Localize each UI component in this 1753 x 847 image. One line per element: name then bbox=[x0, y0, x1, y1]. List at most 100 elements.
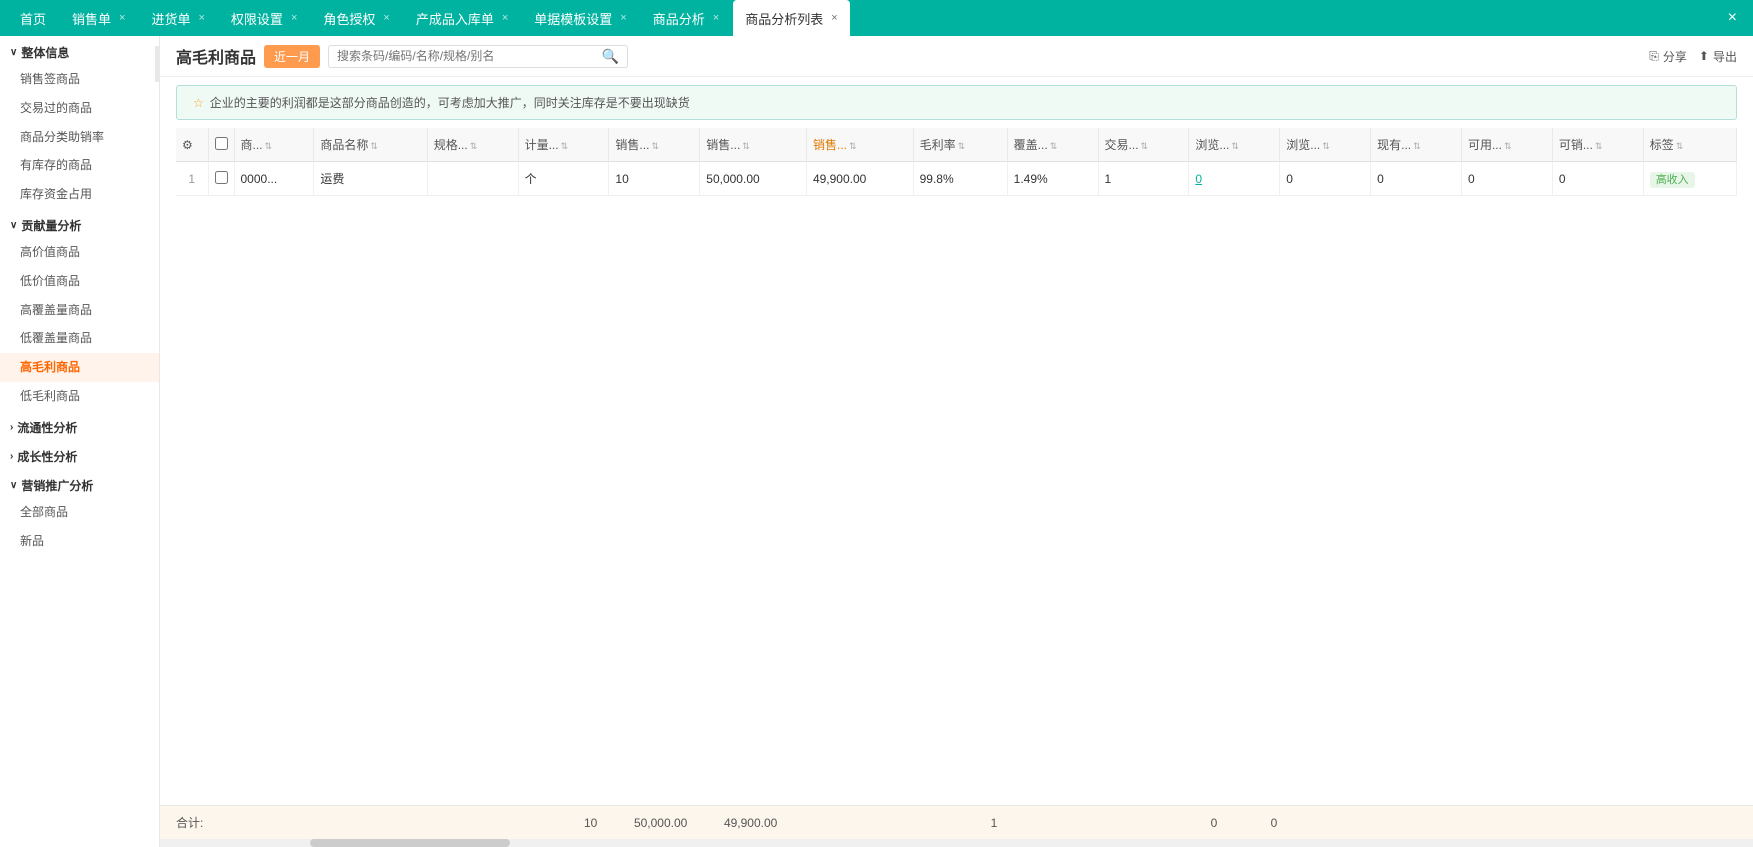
trade-col-header[interactable]: 交易...⇅ bbox=[1098, 128, 1189, 162]
nav-product-inbound[interactable]: 产成品入库单 × bbox=[404, 0, 520, 36]
main-layout: « ∨ 整体信息 销售签商品 交易过的商品 商品分类助销率 有库存的商品 库存资… bbox=[0, 36, 1753, 847]
footer-label: 合计: bbox=[176, 814, 203, 831]
share-icon: ⎘ bbox=[1649, 49, 1659, 64]
row-trade: 1 bbox=[1098, 162, 1189, 196]
close-icon[interactable]: × bbox=[291, 12, 297, 24]
sort-icon: ⇅ bbox=[265, 141, 273, 151]
nav-product-analysis[interactable]: 商品分析 × bbox=[641, 0, 731, 36]
search-icon[interactable]: 🔍 bbox=[602, 48, 619, 65]
sort-icon: ⇅ bbox=[470, 141, 478, 151]
close-icon[interactable]: × bbox=[831, 12, 837, 24]
row-browse2: 0 bbox=[1280, 162, 1371, 196]
sidebar-group-overview[interactable]: ∨ 整体信息 bbox=[0, 36, 159, 65]
chevron-right-icon: › bbox=[10, 451, 13, 462]
row-sales-qty: 10 bbox=[609, 162, 700, 196]
row-gross-margin: 99.8% bbox=[913, 162, 1007, 196]
row-coverage: 1.49% bbox=[1007, 162, 1098, 196]
table-wrapper[interactable]: ⚙ 商...⇅ 商品名称⇅ 规格...⇅ 计量...⇅ 销售...⇅ 销售...… bbox=[160, 128, 1753, 805]
nav-purchase-order[interactable]: 进货单 × bbox=[139, 0, 216, 36]
spec-col-header[interactable]: 规格...⇅ bbox=[427, 128, 518, 162]
sort-icon: ⇅ bbox=[1504, 141, 1512, 151]
share-button[interactable]: ⎘ 分享 bbox=[1649, 48, 1687, 65]
sidebar-item-high-margin[interactable]: 高毛利商品 bbox=[0, 353, 159, 382]
sidebar-item-high-value[interactable]: 高价值商品 bbox=[0, 238, 159, 267]
close-icon[interactable]: × bbox=[119, 12, 125, 24]
sidebar-group-liquidity[interactable]: › 流通性分析 bbox=[0, 411, 159, 440]
row-tag: 高收入 bbox=[1643, 162, 1736, 196]
sidebar-item-new-products[interactable]: 新品 bbox=[0, 527, 159, 556]
horizontal-scrollbar[interactable] bbox=[160, 839, 1753, 847]
sales-qty-col-header[interactable]: 销售...⇅ bbox=[609, 128, 700, 162]
sidebar-item-low-margin[interactable]: 低毛利商品 bbox=[0, 382, 159, 411]
sidebar-item-stock-capital[interactable]: 库存资金占用 bbox=[0, 180, 159, 209]
sidebar-item-traded[interactable]: 交易过的商品 bbox=[0, 94, 159, 123]
sidebar-group-growth[interactable]: › 成长性分析 bbox=[0, 440, 159, 469]
nav-sales-order[interactable]: 销售单 × bbox=[60, 0, 137, 36]
close-icon[interactable]: × bbox=[383, 12, 389, 24]
sidebar-item-low-coverage[interactable]: 低覆盖量商品 bbox=[0, 324, 159, 353]
sort-icon: ⇅ bbox=[370, 141, 378, 151]
sidebar-item-in-stock[interactable]: 有库存的商品 bbox=[0, 151, 159, 180]
nav-home[interactable]: 首页 bbox=[8, 0, 58, 36]
row-current-stock: 0 bbox=[1371, 162, 1462, 196]
table-row: 1 0000... 运费 个 10 50,000.00 49,900.00 99… bbox=[176, 162, 1737, 196]
sort-icon: ⇅ bbox=[1050, 141, 1058, 151]
sidebar-item-all-products[interactable]: 全部商品 bbox=[0, 498, 159, 527]
chevron-down-icon: ∨ bbox=[10, 220, 17, 231]
close-icon[interactable]: × bbox=[502, 12, 508, 24]
close-icon[interactable]: × bbox=[620, 12, 626, 24]
sort-icon: ⇅ bbox=[1322, 141, 1330, 151]
sort-icon: ⇅ bbox=[958, 141, 966, 151]
footer-trade: 1 bbox=[943, 816, 1003, 830]
browse1-col-header[interactable]: 浏览...⇅ bbox=[1189, 128, 1280, 162]
sidebar-item-low-value[interactable]: 低价值商品 bbox=[0, 267, 159, 296]
sidebar-item-high-coverage[interactable]: 高覆盖量商品 bbox=[0, 296, 159, 325]
row-number: 1 bbox=[176, 162, 208, 196]
sidebar-item-category-assist[interactable]: 商品分类助销率 bbox=[0, 123, 159, 152]
row-checkbox[interactable] bbox=[208, 162, 234, 196]
scrollbar-thumb[interactable] bbox=[310, 839, 510, 847]
nav-template-settings[interactable]: 单据模板设置 × bbox=[522, 0, 638, 36]
close-icon[interactable]: × bbox=[713, 12, 719, 24]
nav-permissions[interactable]: 权限设置 × bbox=[219, 0, 309, 36]
export-icon: ⬆ bbox=[1699, 49, 1709, 63]
tag-col-header[interactable]: 标签⇅ bbox=[1643, 128, 1736, 162]
coverage-col-header[interactable]: 覆盖...⇅ bbox=[1007, 128, 1098, 162]
row-saleable-stock: 0 bbox=[1552, 162, 1643, 196]
close-icon[interactable]: × bbox=[198, 12, 204, 24]
code-col-header[interactable]: 商...⇅ bbox=[234, 128, 314, 162]
select-all-checkbox[interactable] bbox=[215, 137, 228, 150]
sidebar-collapse-button[interactable]: « bbox=[155, 46, 160, 82]
available-stock-col-header[interactable]: 可用...⇅ bbox=[1461, 128, 1552, 162]
settings-col-header[interactable]: ⚙ bbox=[176, 128, 208, 162]
sales-amount-col-header[interactable]: 销售...⇅ bbox=[700, 128, 807, 162]
period-button[interactable]: 近一月 bbox=[264, 45, 320, 68]
content-area: 高毛利商品 近一月 🔍 ⎘ 分享 ⬆ 导出 ☆ 企业的主要的利润都是这部分商品创… bbox=[160, 36, 1753, 847]
nav-product-analysis-list[interactable]: 商品分析列表 × bbox=[733, 0, 849, 36]
row-sales-profit: 49,900.00 bbox=[806, 162, 913, 196]
sidebar-group-marketing[interactable]: ∨ 营销推广分析 bbox=[0, 469, 159, 498]
unit-col-header[interactable]: 计量...⇅ bbox=[518, 128, 609, 162]
name-col-header[interactable]: 商品名称⇅ bbox=[314, 128, 427, 162]
sidebar-group-contribution[interactable]: ∨ 贡献量分析 bbox=[0, 209, 159, 238]
sidebar-item-sales-signed[interactable]: 销售签商品 bbox=[0, 65, 159, 94]
row-select-checkbox[interactable] bbox=[215, 171, 228, 184]
export-button[interactable]: ⬆ 导出 bbox=[1699, 48, 1737, 65]
browse2-col-header[interactable]: 浏览...⇅ bbox=[1280, 128, 1371, 162]
footer-sales-qty: 10 bbox=[543, 816, 603, 830]
sort-icon: ⇅ bbox=[1595, 141, 1603, 151]
close-all-button[interactable]: × bbox=[1720, 9, 1745, 27]
search-input[interactable] bbox=[337, 49, 598, 63]
sales-profit-col-header[interactable]: 销售...⇅ bbox=[806, 128, 913, 162]
product-table: ⚙ 商...⇅ 商品名称⇅ 规格...⇅ 计量...⇅ 销售...⇅ 销售...… bbox=[176, 128, 1737, 196]
saleable-stock-col-header[interactable]: 可销...⇅ bbox=[1552, 128, 1643, 162]
nav-role-auth[interactable]: 角色授权 × bbox=[311, 0, 401, 36]
info-banner: ☆ 企业的主要的利润都是这部分商品创造的，可考虑加大推广，同时关注库存是不要出现… bbox=[176, 85, 1737, 120]
row-browse1[interactable]: 0 bbox=[1189, 162, 1280, 196]
row-spec bbox=[427, 162, 518, 196]
gross-margin-col-header[interactable]: 毛利率⇅ bbox=[913, 128, 1007, 162]
current-stock-col-header[interactable]: 现有...⇅ bbox=[1371, 128, 1462, 162]
footer-available-stock: 0 bbox=[1223, 816, 1283, 830]
checkbox-col-header[interactable] bbox=[208, 128, 234, 162]
content-header: 高毛利商品 近一月 🔍 ⎘ 分享 ⬆ 导出 bbox=[160, 36, 1753, 77]
